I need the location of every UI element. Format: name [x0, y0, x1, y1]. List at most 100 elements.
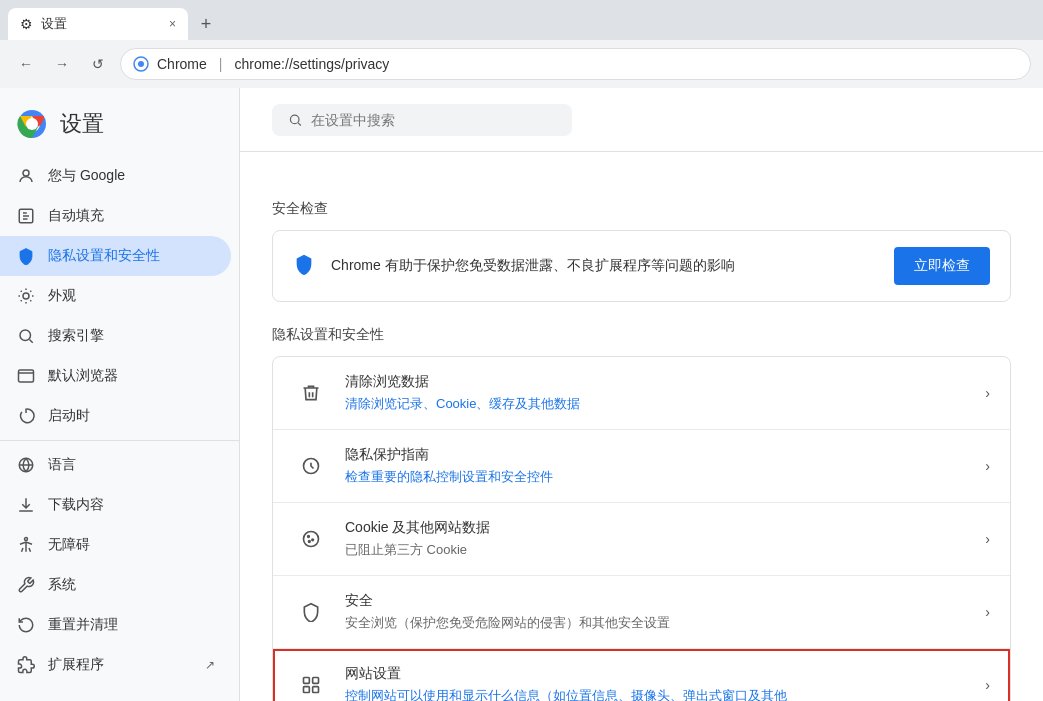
sidebar-item-system[interactable]: 系统: [0, 565, 231, 605]
power-icon: [16, 406, 36, 426]
item-title: 隐私保护指南: [345, 446, 985, 464]
sidebar-item-accessibility[interactable]: 无障碍: [0, 525, 231, 565]
sidebar-item-label: 无障碍: [48, 536, 90, 554]
chevron-right-icon: ›: [985, 458, 990, 474]
trash-icon: [293, 375, 329, 411]
svg-point-7: [23, 293, 29, 299]
chrome-logo: [16, 108, 48, 140]
sidebar-item-label: 默认浏览器: [48, 367, 118, 385]
settings-item-site-settings[interactable]: 网站设置 控制网站可以使用和显示什么信息（如位置信息、摄像头、弹出式窗口及其他 …: [273, 649, 1010, 701]
item-title: 安全: [345, 592, 985, 610]
back-button[interactable]: ←: [12, 50, 40, 78]
chevron-right-icon: ›: [985, 385, 990, 401]
settings-list: 清除浏览数据 清除浏览记录、Cookie、缓存及其他数据 › 隐私保护指南 检查…: [272, 356, 1011, 701]
sidebar-item-google-account[interactable]: 您与 Google: [0, 156, 231, 196]
svg-point-4: [26, 118, 38, 130]
tab-bar: ⚙ 设置 × +: [0, 0, 1043, 40]
extensions-icon: [16, 655, 36, 675]
tab-close-button[interactable]: ×: [169, 17, 176, 31]
svg-point-11: [25, 538, 28, 541]
wrench-icon: [16, 575, 36, 595]
settings-item-content: 安全 安全浏览（保护您免受危险网站的侵害）和其他安全设置: [345, 592, 985, 632]
security-icon: [293, 594, 329, 630]
search-input-wrapper[interactable]: [272, 104, 572, 136]
sidebar-item-label: 下载内容: [48, 496, 104, 514]
address-url: chrome://settings/privacy: [234, 56, 389, 72]
sidebar-header: 设置: [0, 88, 239, 156]
sidebar-item-reset[interactable]: 重置并清理: [0, 605, 231, 645]
svg-point-8: [20, 330, 31, 341]
language-icon: [16, 455, 36, 475]
sidebar-item-appearance[interactable]: 外观: [0, 276, 231, 316]
sidebar-item-search[interactable]: 搜索引擎: [0, 316, 231, 356]
security-shield-icon: [293, 253, 315, 280]
settings-item-cookies[interactable]: Cookie 及其他网站数据 已阻止第三方 Cookie ›: [273, 503, 1010, 576]
sidebar-item-label: 隐私设置和安全性: [48, 247, 160, 265]
person-icon: [16, 166, 36, 186]
sidebar-item-label: 搜索引擎: [48, 327, 104, 345]
svg-point-14: [304, 532, 319, 547]
svg-rect-21: [313, 687, 319, 693]
sidebar-item-autofill[interactable]: 自动填充: [0, 196, 231, 236]
item-subtitle: 安全浏览（保护您免受危险网站的侵害）和其他安全设置: [345, 614, 985, 632]
browser-icon: [16, 366, 36, 386]
address-bar[interactable]: Chrome | chrome://settings/privacy: [120, 48, 1031, 80]
svg-rect-9: [19, 370, 34, 382]
svg-point-17: [309, 541, 311, 543]
svg-point-12: [290, 115, 299, 124]
cookie-icon: [293, 521, 329, 557]
refresh-button[interactable]: ↺: [84, 50, 112, 78]
svg-point-5: [23, 170, 29, 176]
search-bar: [240, 88, 1043, 152]
sidebar-item-label: 启动时: [48, 407, 90, 425]
new-tab-button[interactable]: +: [192, 10, 220, 38]
accessibility-icon: [16, 535, 36, 555]
autofill-icon: [16, 206, 36, 226]
settings-item-content: Cookie 及其他网站数据 已阻止第三方 Cookie: [345, 519, 985, 559]
item-subtitle: 检查重要的隐私控制设置和安全控件: [345, 468, 985, 486]
security-check-card: Chrome 有助于保护您免受数据泄露、不良扩展程序等问题的影响 立即检查: [272, 230, 1011, 302]
forward-button[interactable]: →: [48, 50, 76, 78]
sidebar-item-language[interactable]: 语言: [0, 445, 231, 485]
sidebar-item-label: 自动填充: [48, 207, 104, 225]
sidebar: 设置 您与 Google 自动填充 隐私设置和安全性 外观: [0, 88, 240, 701]
search-input[interactable]: [311, 112, 556, 128]
sidebar-item-label: 扩展程序: [48, 656, 104, 674]
svg-rect-18: [304, 678, 310, 684]
address-chrome-label: Chrome: [157, 56, 207, 72]
sidebar-item-label: 外观: [48, 287, 76, 305]
nav-bar: ← → ↺ Chrome | chrome://settings/privacy: [0, 40, 1043, 88]
tab-title: 设置: [41, 15, 67, 33]
svg-rect-20: [304, 687, 310, 693]
item-title: 清除浏览数据: [345, 373, 985, 391]
browser-chrome: ⚙ 设置 × + ← → ↺ Chrome | chrome://setting…: [0, 0, 1043, 88]
sidebar-divider: [0, 440, 239, 441]
settings-item-content: 清除浏览数据 清除浏览记录、Cookie、缓存及其他数据: [345, 373, 985, 413]
chevron-right-icon: ›: [985, 604, 990, 620]
svg-rect-19: [313, 678, 319, 684]
sidebar-item-downloads[interactable]: 下载内容: [0, 485, 231, 525]
active-tab[interactable]: ⚙ 设置 ×: [8, 8, 188, 40]
svg-point-15: [308, 536, 310, 538]
chevron-right-icon: ›: [985, 677, 990, 693]
tab-gear-icon: ⚙: [20, 16, 33, 32]
svg-point-1: [138, 61, 144, 67]
sidebar-item-label: 语言: [48, 456, 76, 474]
privacy-guide-icon: [293, 448, 329, 484]
item-subtitle: 清除浏览记录、Cookie、缓存及其他数据: [345, 395, 985, 413]
sidebar-item-label: 您与 Google: [48, 167, 125, 185]
sidebar-item-extensions[interactable]: 扩展程序 ↗: [0, 645, 231, 685]
settings-item-privacy-guide[interactable]: 隐私保护指南 检查重要的隐私控制设置和安全控件 ›: [273, 430, 1010, 503]
item-subtitle: 已阻止第三方 Cookie: [345, 541, 985, 559]
svg-point-16: [312, 539, 314, 541]
sidebar-item-privacy[interactable]: 隐私设置和安全性: [0, 236, 231, 276]
sidebar-item-default-browser[interactable]: 默认浏览器: [0, 356, 231, 396]
item-title: 网站设置: [345, 665, 985, 683]
sidebar-item-label: 系统: [48, 576, 76, 594]
page: 设置 您与 Google 自动填充 隐私设置和安全性 外观: [0, 88, 1043, 701]
sidebar-item-startup[interactable]: 启动时: [0, 396, 231, 436]
settings-item-clear-browsing[interactable]: 清除浏览数据 清除浏览记录、Cookie、缓存及其他数据 ›: [273, 357, 1010, 430]
appearance-icon: [16, 286, 36, 306]
settings-item-security[interactable]: 安全 安全浏览（保护您免受危险网站的侵害）和其他安全设置 ›: [273, 576, 1010, 649]
security-check-button[interactable]: 立即检查: [894, 247, 990, 285]
